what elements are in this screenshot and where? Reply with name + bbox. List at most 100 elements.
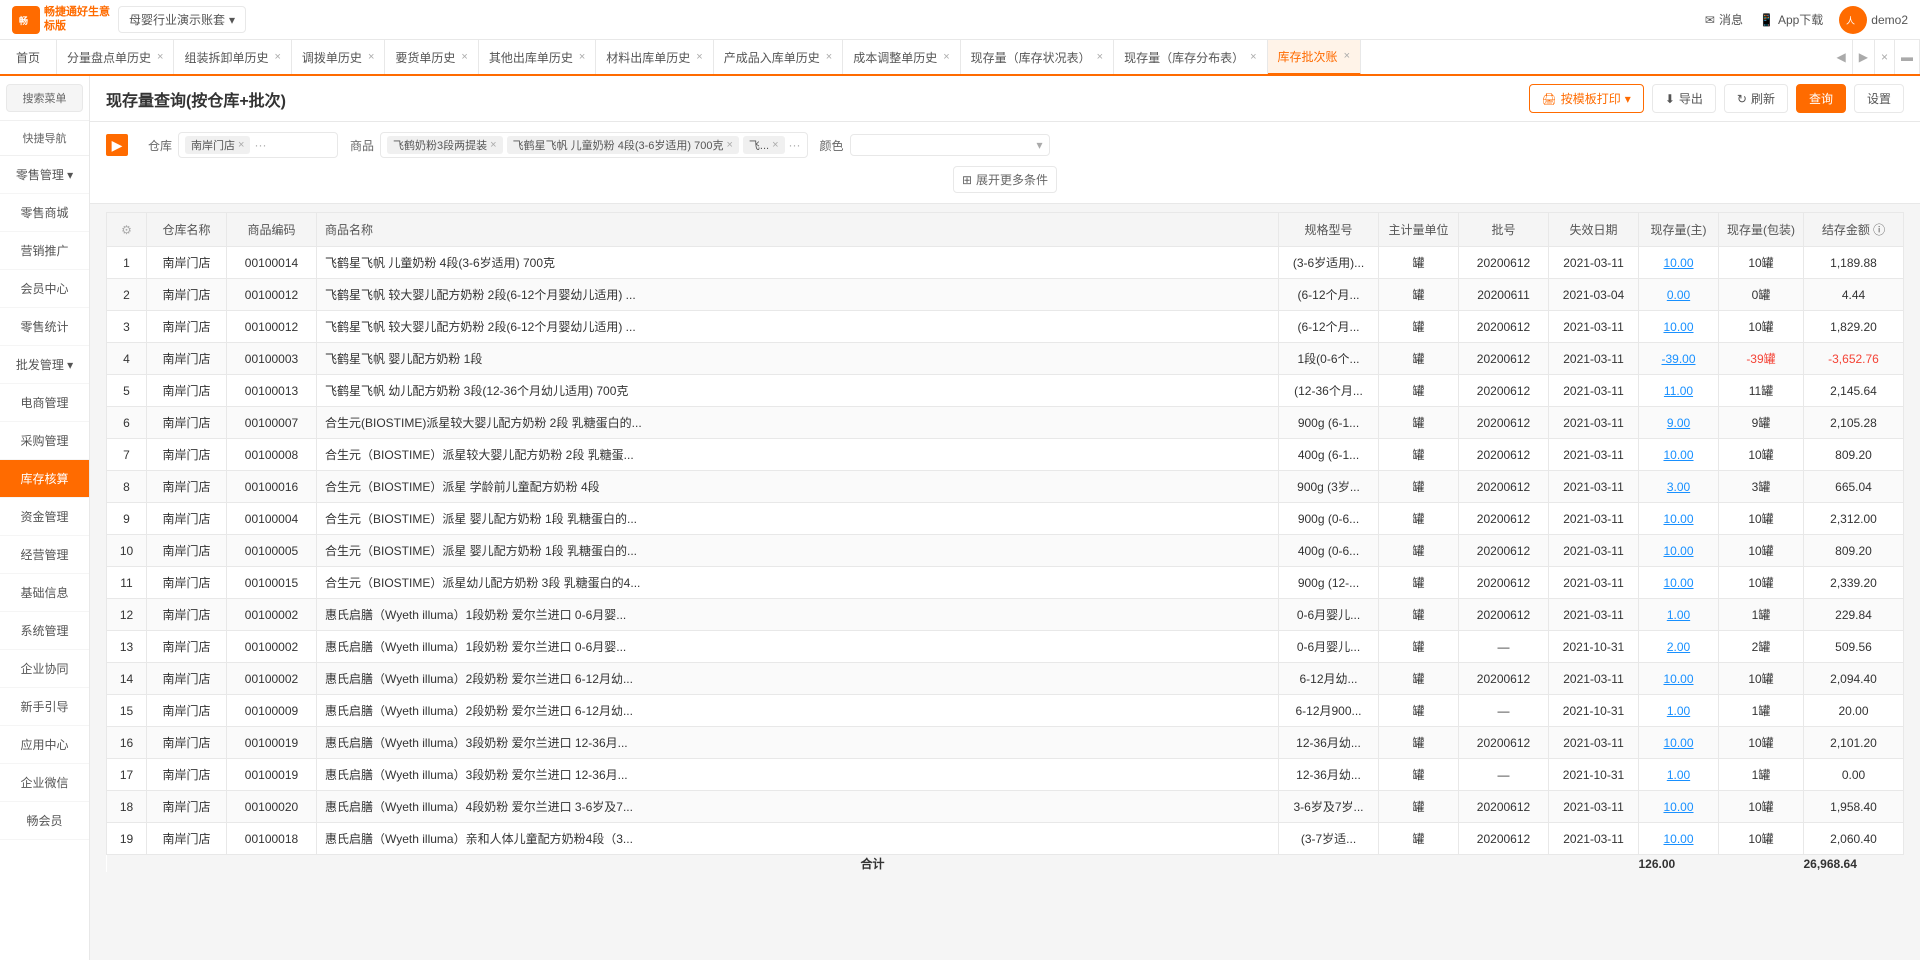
filter-more-btn[interactable]: ··· <box>254 138 266 152</box>
cell-qty-main[interactable]: 10.00 <box>1639 311 1719 343</box>
expand-conditions-btn[interactable]: ⊞ 展开更多条件 <box>953 166 1057 193</box>
tab-home[interactable]: 首页 <box>0 40 57 75</box>
cell-qty-main[interactable]: 10.00 <box>1639 439 1719 471</box>
cell-qty-main[interactable]: -39.00 <box>1639 343 1719 375</box>
tab-close-icon[interactable]: × <box>368 51 374 63</box>
cell-qty-main[interactable]: 10.00 <box>1639 567 1719 599</box>
cell-qty-main[interactable]: 2.00 <box>1639 631 1719 663</box>
table-row: 4 南岸门店 00100003 飞鹤星飞帆 婴儿配方奶粉 1段 1段(0-6个.… <box>107 343 1904 375</box>
logo-text: 畅捷通好生意 标版 <box>44 6 110 32</box>
tab-minimize-btn[interactable]: ▬ <box>1895 40 1920 75</box>
cell-qty-main[interactable]: 3.00 <box>1639 471 1719 503</box>
industry-selector[interactable]: 母婴行业演示账套 ▾ <box>118 6 246 33</box>
sidebar-item-enterprise_wechat[interactable]: 企业微信 <box>0 764 89 802</box>
tab-product-in[interactable]: 产成品入库单历史 × <box>714 40 843 75</box>
cell-qty-main[interactable]: 10.00 <box>1639 535 1719 567</box>
sidebar-item-member_center[interactable]: 会员中心 <box>0 270 89 308</box>
tab-other-out[interactable]: 其他出库单历史 × <box>479 40 596 75</box>
tab-close-icon[interactable]: × <box>696 51 702 63</box>
remove-product-tag-2[interactable]: × <box>726 139 732 151</box>
tab-material-out[interactable]: 材料出库单历史 × <box>596 40 713 75</box>
tab-close-icon[interactable]: × <box>826 51 832 63</box>
export-button[interactable]: ⬇ 导出 <box>1652 84 1716 113</box>
cell-qty-main[interactable]: 11.00 <box>1639 375 1719 407</box>
tab-close-icon[interactable]: × <box>943 51 949 63</box>
query-button[interactable]: 查询 <box>1796 84 1846 113</box>
tab-next-btn[interactable]: ▶ <box>1853 40 1875 75</box>
column-settings-icon[interactable]: ⚙ <box>121 223 132 237</box>
remove-warehouse-tag[interactable]: × <box>238 139 244 151</box>
tab-close-icon[interactable]: × <box>1097 51 1103 63</box>
sidebar-item-retail_store[interactable]: 零售商城 <box>0 194 89 232</box>
cell-qty-main[interactable]: 10.00 <box>1639 503 1719 535</box>
cell-qty-main[interactable]: 10.00 <box>1639 727 1719 759</box>
tab-prev-btn[interactable]: ◀ <box>1831 40 1853 75</box>
tab-close-icon[interactable]: × <box>157 51 163 63</box>
cell-qty-main[interactable]: 10.00 <box>1639 823 1719 855</box>
tab-requisition[interactable]: 要货单历史 × <box>385 40 478 75</box>
tab-split-inventory[interactable]: 分量盘点单历史 × <box>57 40 174 75</box>
sidebar-item-basic_info[interactable]: 基础信息 <box>0 574 89 612</box>
sidebar-item-purchase[interactable]: 采购管理 <box>0 422 89 460</box>
sidebar-item-new_guide[interactable]: 新手引导 <box>0 688 89 726</box>
cell-spec: 6-12月幼... <box>1279 663 1379 695</box>
app-download-action[interactable]: 📱 App下载 <box>1759 11 1823 28</box>
sidebar-item-app_center[interactable]: 应用中心 <box>0 726 89 764</box>
cell-qty-pkg: 3罐 <box>1719 471 1804 503</box>
cell-code: 00100019 <box>227 759 317 791</box>
filter-collapse-arrow[interactable]: ▶ <box>106 134 128 156</box>
sidebar-item-enterprise[interactable]: 企业协同 <box>0 650 89 688</box>
settings-button[interactable]: 设置 <box>1854 84 1904 113</box>
cell-spec: 400g (0-6... <box>1279 535 1379 567</box>
tab-close-icon[interactable]: × <box>274 51 280 63</box>
cell-qty-main[interactable]: 9.00 <box>1639 407 1719 439</box>
filter-color: 颜色 ▾ <box>820 134 1050 156</box>
cell-qty-main[interactable]: 1.00 <box>1639 759 1719 791</box>
shortcut-nav-item[interactable]: 快捷导航 <box>0 125 89 151</box>
warehouse-tag-container[interactable]: 南岸门店 × ··· <box>178 132 338 158</box>
user-profile[interactable]: 人 demo2 <box>1839 6 1908 34</box>
product-filter-more-btn[interactable]: ··· <box>789 138 801 152</box>
sidebar-item-system[interactable]: 系统管理 <box>0 612 89 650</box>
sidebar-item-ecommerce[interactable]: 电商管理 <box>0 384 89 422</box>
message-action[interactable]: ✉ 消息 <box>1705 11 1743 28</box>
sidebar-item-finance[interactable]: 资金管理 <box>0 498 89 536</box>
tab-close-icon[interactable]: × <box>1250 51 1256 63</box>
th-settings[interactable]: ⚙ <box>107 213 147 247</box>
color-tag-container[interactable]: ▾ <box>850 134 1050 156</box>
remove-product-tag-1[interactable]: × <box>490 139 496 151</box>
tab-stock-dist[interactable]: 现存量（库存分布表） × <box>1114 40 1267 75</box>
sidebar-item-marketing[interactable]: 营销推广 <box>0 232 89 270</box>
cell-warehouse: 南岸门店 <box>147 599 227 631</box>
sidebar-item-operation[interactable]: 经营管理 <box>0 536 89 574</box>
cell-code: 00100003 <box>227 343 317 375</box>
sidebar-item-member_card[interactable]: 畅会员 <box>0 802 89 840</box>
tab-batch-account[interactable]: 库存批次账 × <box>1268 40 1361 75</box>
tab-disassemble[interactable]: 组装拆卸单历史 × <box>174 40 291 75</box>
cell-qty-main[interactable]: 1.00 <box>1639 695 1719 727</box>
cell-qty-main[interactable]: 10.00 <box>1639 791 1719 823</box>
sidebar-item-retail_mgmt[interactable]: 零售管理 ▾ <box>0 156 89 194</box>
sidebar-item-wholesale_mgmt[interactable]: 批发管理 ▾ <box>0 346 89 384</box>
cell-warehouse: 南岸门店 <box>147 247 227 279</box>
search-menu-button[interactable]: 搜索菜单 <box>6 84 83 112</box>
remove-product-tag-3[interactable]: × <box>772 139 778 151</box>
cell-idx: 9 <box>107 503 147 535</box>
sidebar-item-inventory[interactable]: 库存核算 <box>0 460 89 498</box>
tab-stock-status[interactable]: 现存量（库存状况表） × <box>961 40 1114 75</box>
refresh-button[interactable]: ↻ 刷新 <box>1724 84 1788 113</box>
cell-qty-main[interactable]: 10.00 <box>1639 663 1719 695</box>
tab-close-all-btn[interactable]: × <box>1875 40 1895 75</box>
tab-close-icon[interactable]: × <box>1344 50 1350 62</box>
cell-qty-main[interactable]: 1.00 <box>1639 599 1719 631</box>
tab-adjust[interactable]: 调拨单历史 × <box>292 40 385 75</box>
cell-qty-main[interactable]: 0.00 <box>1639 279 1719 311</box>
template-print-button[interactable]: 🖨 按模板打印 ▾ <box>1529 84 1644 113</box>
tab-cost-adjust[interactable]: 成本调整单历史 × <box>843 40 960 75</box>
product-tag-container[interactable]: 飞鹤奶粉3段两提装 × 飞鹤星飞帆 儿童奶粉 4段(3-6岁适用) 700克 ×… <box>380 132 807 158</box>
tab-close-icon[interactable]: × <box>461 51 467 63</box>
cell-qty-main[interactable]: 10.00 <box>1639 247 1719 279</box>
tab-close-icon[interactable]: × <box>579 51 585 63</box>
sidebar-item-retail_stats[interactable]: 零售统计 <box>0 308 89 346</box>
top-bar-right: ✉ 消息 📱 App下载 人 demo2 <box>1705 6 1908 34</box>
